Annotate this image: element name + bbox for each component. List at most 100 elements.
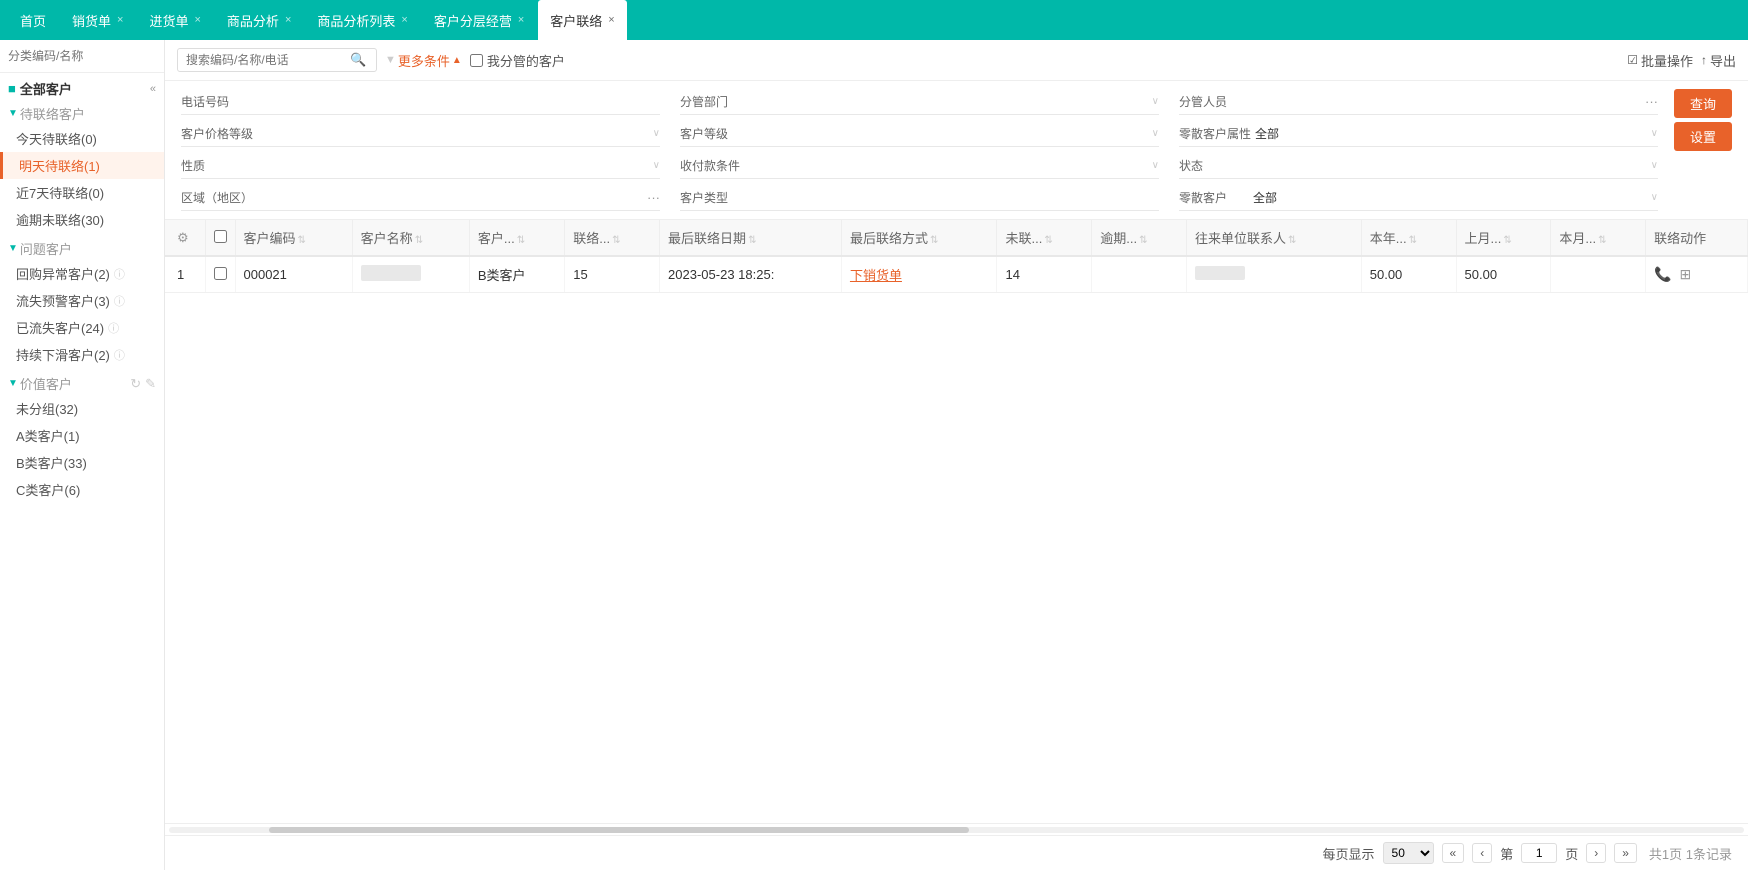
export-btn[interactable]: ↑ 导出 (1701, 51, 1736, 70)
td-last-month: 50.00 (1456, 256, 1551, 293)
select-all-checkbox[interactable] (214, 230, 227, 243)
horizontal-scrollbar[interactable] (165, 823, 1748, 835)
sidebar-item-7days[interactable]: 近7天待联络(0) (0, 179, 164, 206)
phone-action-icon[interactable]: 📞 (1654, 266, 1671, 283)
th-last-method: 最后联络方式⇅ (841, 220, 997, 256)
filter-payment[interactable]: 收付款条件 ∨ (680, 153, 1159, 179)
sort-icon-this-year[interactable]: ⇅ (1409, 235, 1417, 246)
nav-close-goods-list[interactable]: × (401, 14, 407, 26)
dots-icon[interactable]: ··· (1645, 94, 1658, 109)
sidebar-search-input[interactable] (8, 49, 163, 63)
sidebar-item-ungrouped[interactable]: 未分组(32) (0, 395, 164, 422)
sort-icon-contact[interactable]: ⇅ (612, 235, 620, 246)
sort-icon-overdue[interactable]: ⇅ (1139, 235, 1147, 246)
sort-icon-method[interactable]: ⇅ (930, 235, 938, 246)
row-checkbox[interactable] (214, 267, 227, 280)
nav-close-purchase[interactable]: × (194, 14, 200, 26)
sidebar-item-repurchase[interactable]: 回购异常客户(2) ⓘ (0, 260, 164, 287)
th-actions: 联络动作 (1646, 220, 1748, 256)
first-page-btn[interactable]: « (1442, 843, 1465, 863)
sort-icon-type[interactable]: ⇅ (517, 235, 525, 246)
prev-page-btn[interactable]: ‹ (1472, 843, 1492, 863)
batch-ops-btn[interactable]: ☑ 批量操作 (1627, 51, 1693, 70)
page-input[interactable] (1521, 843, 1557, 863)
settings-button[interactable]: 设置 (1674, 122, 1732, 151)
search-icon[interactable]: 🔍 (350, 52, 366, 68)
sidebar-item-declining[interactable]: 持续下滑客户(2) ⓘ (0, 341, 164, 368)
sort-icon-unlinked[interactable]: ⇅ (1044, 235, 1052, 246)
nav-item-customer-tier[interactable]: 客户分层经营 × (422, 0, 536, 40)
search-bar: 🔍 ▼ 更多条件 ▲ 我分管的客户 ☑ 批量操作 ↑ 导出 (165, 40, 1748, 81)
total-records-label: 共1页 1条记录 (1649, 844, 1732, 863)
grid-action-icon[interactable]: ⊞ (1680, 266, 1692, 283)
nav-close-customer-tier[interactable]: × (518, 14, 524, 26)
nav-close-customer-contact[interactable]: × (608, 14, 614, 26)
sort-icon-date[interactable]: ⇅ (748, 235, 756, 246)
nav-item-sales[interactable]: 销货单 × (60, 0, 135, 40)
sidebar-item-class-c[interactable]: C类客户(6) (0, 476, 164, 503)
nav-close-goods-analysis[interactable]: × (285, 14, 291, 26)
content-area: 🔍 ▼ 更多条件 ▲ 我分管的客户 ☑ 批量操作 ↑ 导出 (165, 40, 1748, 870)
sidebar-group-label-value[interactable]: ▼ 价值客户 ↻ ✎ (0, 370, 164, 395)
my-customers-checkbox[interactable]: 我分管的客户 (470, 51, 565, 70)
info-icon-2: ⓘ (114, 293, 125, 309)
sidebar-group-label-problem[interactable]: ▼ 问题客户 (0, 235, 164, 260)
filter-status[interactable]: 状态 ∨ (1179, 153, 1658, 179)
filter-actions: 查询 设置 (1666, 89, 1732, 151)
sidebar-item-tomorrow[interactable]: 明天待联络(1) (0, 152, 164, 179)
page-size-select[interactable]: 50 100 200 (1383, 842, 1434, 864)
sort-icon-last-month[interactable]: ⇅ (1503, 235, 1511, 246)
nav-item-goods-list[interactable]: 商品分析列表 × (305, 0, 419, 40)
last-page-btn[interactable]: » (1614, 843, 1637, 863)
my-customers-check[interactable] (470, 54, 483, 67)
sidebar-item-class-a[interactable]: A类客户(1) (0, 422, 164, 449)
filter-nature[interactable]: 性质 ∨ (181, 153, 660, 179)
last-contact-method-link[interactable]: 下销货单 (850, 268, 902, 283)
sidebar-collapse-icon[interactable]: « (150, 83, 156, 95)
edit-icon[interactable]: ✎ (145, 376, 156, 392)
sort-icon-name[interactable]: ⇅ (415, 235, 423, 246)
sidebar-item-churned[interactable]: 已流失客户(24) ⓘ (0, 314, 164, 341)
sort-icon-unit[interactable]: ⇅ (1288, 235, 1296, 246)
sidebar-all-customers[interactable]: ■ 全部客户 « (0, 73, 164, 100)
filter-manager: 分管人员 ··· (1179, 89, 1658, 115)
sidebar-item-class-b[interactable]: B类客户(33) (0, 449, 164, 476)
sidebar-group-label-pending[interactable]: ▼ 待联络客户 (0, 100, 164, 125)
nav-item-purchase[interactable]: 进货单 × (137, 0, 212, 40)
triangle-icon-3: ▼ (8, 378, 18, 389)
filter-panel: 电话号码 分管部门 ∨ 分管人员 ··· (165, 81, 1748, 220)
next-page-btn[interactable]: › (1586, 843, 1606, 863)
filter-scatter-attr[interactable]: 零散客户属性 全部 ∨ (1179, 121, 1658, 147)
nav-close-sales[interactable]: × (117, 14, 123, 26)
th-customer-type: 客户...⇅ (469, 220, 564, 256)
sort-icon-this-month[interactable]: ⇅ (1598, 235, 1606, 246)
td-customer-code: 000021 (235, 256, 352, 293)
th-unit-contact: 往来单位联系人⇅ (1187, 220, 1362, 256)
nav-item-customer-contact[interactable]: 客户联络 × (538, 0, 626, 40)
filter-price-level[interactable]: 客户价格等级 ∨ (181, 121, 660, 147)
nav-item-home[interactable]: 首页 (8, 0, 58, 40)
th-gear[interactable]: ⚙ (165, 220, 205, 256)
triangle-icon: ▼ (8, 108, 18, 119)
more-conditions-btn[interactable]: ▼ 更多条件 ▲ (385, 51, 462, 70)
td-actions: 📞 ⊞ (1646, 256, 1748, 293)
scrollbar-thumb[interactable] (269, 827, 969, 833)
page-label: 第 (1500, 844, 1513, 863)
query-button[interactable]: 查询 (1674, 89, 1732, 118)
batch-icon: ☑ (1627, 53, 1638, 67)
sidebar-item-today[interactable]: 今天待联络(0) (0, 125, 164, 152)
search-input[interactable] (186, 53, 346, 67)
sidebar-group-problem: ▼ 问题客户 回购异常客户(2) ⓘ 流失预警客户(3) ⓘ 已流失客户(24)… (0, 235, 164, 368)
nav-item-goods-analysis[interactable]: 商品分析 × (215, 0, 303, 40)
filter-scatter-customer[interactable]: 零散客户 全部 ∨ (1179, 185, 1658, 211)
dots-icon-2[interactable]: ··· (647, 190, 660, 205)
table-row: 1 000021 B类客户 15 2023-05-23 18:25: 下销货单 … (165, 256, 1748, 293)
sidebar-item-churn-warning[interactable]: 流失预警客户(3) ⓘ (0, 287, 164, 314)
sort-icon-code[interactable]: ⇅ (298, 235, 306, 246)
refresh-icon[interactable]: ↻ (130, 376, 141, 392)
filter-customer-level[interactable]: 客户等级 ∨ (680, 121, 1159, 147)
td-this-year: 50.00 (1361, 256, 1456, 293)
filter-dept[interactable]: 分管部门 ∨ (680, 89, 1159, 115)
filter-row-4: 区域（地区） ··· 客户类型 零散客户 全部 ∨ (181, 185, 1658, 211)
sidebar-item-overdue[interactable]: 逾期未联络(30) (0, 206, 164, 233)
